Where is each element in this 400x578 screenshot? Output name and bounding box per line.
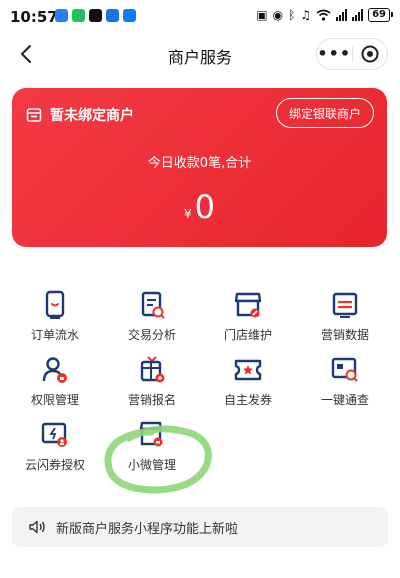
status-time: 10:57 [10,8,58,26]
store-icon [26,108,42,122]
wechat-icon [72,9,85,22]
grid-item-trade-analysis[interactable]: 交易分析 [102,290,202,350]
today-amount: ¥0 [12,188,387,226]
signal-icon [336,9,348,21]
grid-item-label: 订单流水 [30,328,79,342]
grid-item-order-list[interactable]: 订单流水 [5,290,105,350]
notification-icons [55,9,136,22]
grid-item-permission[interactable]: 权限管理 [5,355,105,415]
trade-analysis-icon [141,291,165,319]
signal-icon [352,9,364,21]
marketing-data-icon [332,292,358,318]
mute-bell-icon: ♫ [300,8,312,22]
close-circle-icon [361,45,379,63]
merchant-summary-card: 暂未绑定商户 绑定银联商户 今日收款0笔,合计 ¥0 [12,88,387,247]
close-miniprogram-button[interactable] [353,45,388,63]
speaker-icon [29,520,45,534]
coupon-auth-icon [41,422,67,447]
wifi-icon [316,9,331,21]
box-app-icon [106,9,119,22]
today-summary: 今日收款0笔,合计 [147,156,252,171]
store-maintenance-icon [234,292,262,318]
grid-item-label: 交易分析 [127,328,176,342]
currency-symbol: ¥ [184,207,192,221]
permission-icon [42,357,67,383]
grid-item-coupon-auth[interactable]: 云闪券授权 [5,420,105,480]
announcement-text: 新版商户服务小程序功能上新啦 [56,521,239,537]
quick-query-icon [331,357,358,382]
system-icons: ▣ ◉ ᛒ ♫ 69 [256,8,393,22]
bluetooth-icon: ᛒ [288,8,296,22]
grid-item-label: 营销数据 [320,328,369,342]
grid-item-issue-coupon[interactable]: 自主发券 [198,355,298,415]
alarm-icon: ◉ [272,8,284,22]
grid-item-marketing-signup[interactable]: 营销报名 [102,355,202,415]
issue-coupon-icon [234,359,262,381]
grid-item-label: 权限管理 [30,393,79,407]
grid-item-label: 门店维护 [223,328,272,342]
grid-item-quick-query[interactable]: 一键通查 [295,355,395,415]
annotation-highlight-circle [104,425,212,494]
grid-item-label: 自主发券 [223,393,272,407]
grid-item-store-maintenance[interactable]: 门店维护 [198,290,298,350]
grid-item-label: 一键通查 [320,393,369,407]
amount-value: 0 [194,188,215,226]
grid-item-label: 云闪券授权 [24,458,85,472]
alipay-icon [123,9,136,22]
grid-item-marketing-data[interactable]: 营销数据 [295,290,395,350]
merchant-status-text: 暂未绑定商户 [50,108,134,124]
grid-item-label: 营销报名 [127,393,176,407]
nfc-icon: ▣ [256,8,268,22]
merchant-status: 暂未绑定商户 [26,105,134,125]
tiktok-icon [89,9,102,22]
status-bar: 10:57 ▣ ◉ ᛒ ♫ 69 [0,0,400,30]
nav-bar: 商户服务 ••• [0,35,400,75]
marketing-signup-icon [140,356,165,383]
more-dots-icon[interactable]: ••• [317,40,352,68]
battery-indicator: 69 [368,8,393,22]
bind-merchant-button[interactable]: 绑定银联商户 [275,98,374,128]
order-list-icon [45,290,65,319]
message-bubble-icon [55,9,68,22]
miniprogram-capsule: ••• [316,38,388,70]
announcement-bar[interactable]: 新版商户服务小程序功能上新啦 [12,507,388,547]
